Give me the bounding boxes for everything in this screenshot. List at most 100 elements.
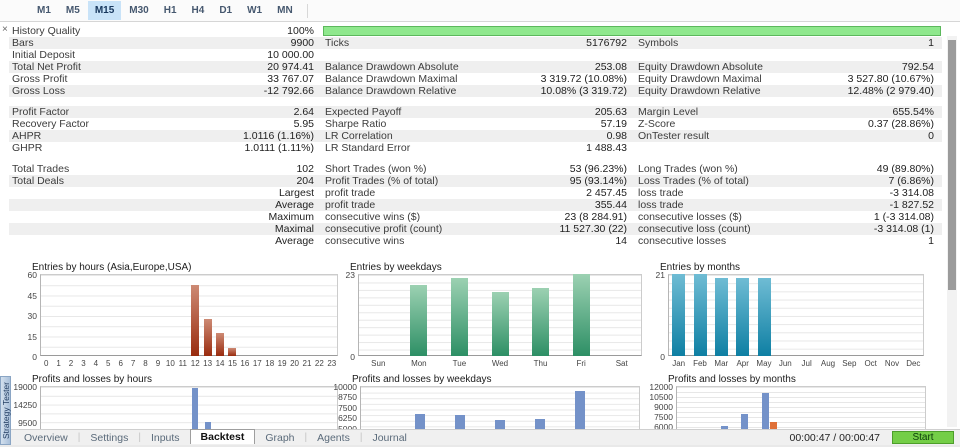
timeframe-tab-m1[interactable]: M1 (30, 1, 58, 20)
stat-cell: Total Deals 204 (9, 175, 322, 187)
entries-charts-row: Entries by hours (Asia,Europe,USA) 60 45 30… (0, 262, 942, 374)
stat-label: loss trade (638, 187, 684, 199)
timeframe-bar: M1 M5 M15 M30 H1 H4 D1 W1 MN (0, 0, 960, 22)
start-button[interactable]: Start (892, 431, 954, 444)
stat-value: -1 827.52 (889, 199, 934, 211)
stat-cell: Equity Drawdown Relative 12.48% (2 979.40… (635, 85, 942, 97)
x-axis-tick: Wed (491, 359, 509, 368)
stat-cell: AHPR 1.0116 (1.16%) (9, 130, 322, 142)
stat-value: 49 (89.80%) (876, 163, 934, 175)
x-axis-tick: Apr (736, 359, 749, 368)
vertical-scrollbar[interactable] (947, 36, 957, 427)
stat-value: 14 (615, 235, 627, 247)
stat-value: 3 527.80 (10.67%) (847, 73, 934, 85)
strategy-tester-vertical-tab[interactable]: Strategy Tester (0, 376, 11, 445)
chart-bar-profit (204, 421, 211, 429)
chart-bar-profit (575, 391, 585, 429)
x-axis-tick: 21 (302, 359, 312, 368)
timeframe-tab-d1[interactable]: D1 (212, 1, 239, 20)
stat-row: Maximal consecutive profit (count) 11 527.… (9, 223, 942, 235)
stat-cell: Equity Drawdown Absolute 792.54 (635, 61, 942, 73)
stat-value: -3 314.08 (889, 187, 934, 199)
stat-label: Balance Drawdown Relative (325, 85, 457, 97)
x-axis-tick: 18 (265, 359, 275, 368)
timeframe-tab-w1[interactable]: W1 (240, 1, 269, 20)
x-axis-tick: 13 (203, 359, 213, 368)
stat-row: GHPR 1.0111 (1.11%) LR Standard Error 1 488… (9, 142, 942, 154)
scrollbar-thumb[interactable] (948, 40, 956, 290)
stat-cell: consecutive wins ($) 23 (8 284.91) (322, 211, 635, 223)
stat-label: LR Standard Error (325, 142, 411, 154)
timeframe-tab-h1[interactable]: H1 (157, 1, 184, 20)
report-tab-overview[interactable]: Overview (14, 430, 78, 445)
stat-label: Profit Factor (12, 106, 70, 118)
stat-cell: Z-Score 0.37 (28.86%) (635, 118, 942, 130)
stat-value: 9900 (290, 37, 314, 49)
timeframe-tab-m30[interactable]: M30 (122, 1, 155, 20)
x-axis-tick: 4 (93, 359, 99, 368)
x-axis-tick: 14 (215, 359, 225, 368)
stat-row: Maximum consecutive wins ($) 23 (8 284.91)… (9, 211, 942, 223)
x-axis-tick: Tue (452, 359, 467, 368)
x-axis-tick: 16 (240, 359, 250, 368)
x-axis-tick: May (756, 359, 772, 368)
report-tabs: Overview | Settings | Inputs Backtest Graph | Ag… (14, 429, 417, 445)
timeframe-tab-h4[interactable]: H4 (185, 1, 212, 20)
x-axis-tick: 1 (56, 359, 61, 368)
stat-cell: Balance Drawdown Maximal 3 319.72 (10.08%… (322, 73, 635, 85)
stat-value: 33 767.07 (267, 73, 314, 85)
timeframe-tab-mn[interactable]: MN (270, 1, 300, 20)
stat-cell: Balance Drawdown Absolute 253.08 (322, 61, 635, 73)
chart-bar-entries (203, 319, 212, 356)
report-tab-journal[interactable]: Journal (362, 430, 416, 445)
stat-cell: consecutive loss (count) -3 314.08 (1) (635, 223, 942, 235)
stat-cell: Bars 9900 (9, 37, 322, 49)
elapsed-time: 00:00:47 / 00:00:47 (789, 431, 881, 444)
stat-cell: consecutive wins 14 (322, 235, 635, 247)
report-tab-backtest[interactable]: Backtest (189, 429, 256, 444)
stat-label: Sharpe Ratio (325, 118, 387, 130)
stat-value: -3 314.08 (1) (873, 223, 934, 235)
report-tab-settings[interactable]: Settings (80, 430, 138, 445)
stat-cell: OnTester result 0 (635, 130, 942, 142)
y-axis-tick: 21 (655, 270, 665, 280)
stat-label: History Quality (12, 25, 81, 37)
chart-bar-entries (672, 274, 686, 356)
toolbar-divider (306, 3, 308, 18)
report-tab-graph[interactable]: Graph (255, 430, 304, 445)
stat-value: 5176792 (586, 37, 627, 49)
stat-label: Total Trades (12, 163, 70, 175)
report-tab-inputs[interactable]: Inputs (141, 430, 190, 445)
chart-bar-profit (535, 418, 545, 429)
stat-value: 57.19 (600, 118, 627, 130)
stat-cell: Expected Payoff 205.63 (322, 106, 635, 118)
stat-label: consecutive loss (count) (638, 223, 751, 235)
stat-cell: Symbols 1 (635, 37, 942, 49)
stat-label: Gross Loss (12, 85, 66, 97)
history-quality-progress-bar (323, 26, 941, 36)
backtest-report-panel: × History Quality 100% Bars 9900 Ticks 517679… (0, 22, 960, 429)
x-axis-tick: 15 (228, 359, 237, 368)
stat-value: 20 974.41 (267, 61, 314, 73)
stat-cell: LR Standard Error 1 488.43 (322, 142, 635, 154)
chart-bar-entries (491, 291, 509, 356)
x-axis-tick: Jul (801, 359, 812, 368)
y-axis-tick: 8750 (338, 392, 357, 403)
stat-row: Total Net Profit 20 974.41 Balance Drawdow… (9, 61, 942, 73)
stat-value: 1 488.43 (586, 142, 627, 154)
x-axis-tick: 10 (165, 359, 175, 368)
close-icon[interactable]: × (2, 25, 8, 35)
stat-row: Gross Loss -12 792.66 Balance Drawdown Rel… (9, 85, 942, 97)
stat-label: Bars (12, 37, 34, 49)
stat-cell: Sharpe Ratio 57.19 (322, 118, 635, 130)
timeframe-tab-m15[interactable]: M15 (87, 1, 122, 20)
chart-entries-by-weekdays: Entries by weekdays 23 0 Sun Mon Tue Wed Thu Fri… (346, 262, 648, 374)
stat-label: consecutive wins (325, 235, 405, 247)
stat-value: 1 (-3 314.08) (873, 211, 934, 223)
x-axis-tick: Nov (884, 359, 900, 368)
report-tab-agents[interactable]: Agents (307, 430, 360, 445)
timeframe-tab-m5[interactable]: M5 (59, 1, 87, 20)
chart-bar-profit (455, 415, 465, 429)
x-axis-tick: Dec (906, 359, 921, 368)
x-axis-tick: Thu (533, 359, 548, 368)
